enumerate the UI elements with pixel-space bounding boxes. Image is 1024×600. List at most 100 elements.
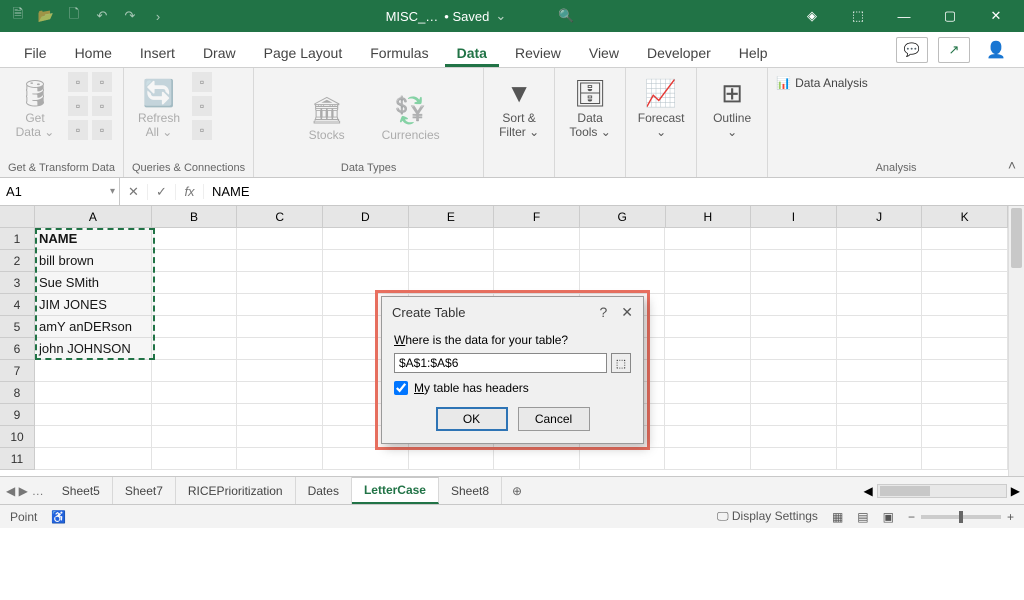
display-settings-button[interactable]: 🖵 Display Settings: [717, 509, 818, 524]
data-analysis-button[interactable]: 📊 Data Analysis: [776, 76, 868, 90]
mini-icon[interactable]: ▫: [68, 120, 88, 140]
sheet-tab-active[interactable]: LetterCase: [352, 477, 439, 504]
close-button[interactable]: ✕: [974, 2, 1018, 30]
formula-input[interactable]: NAME: [204, 178, 1024, 205]
cell[interactable]: NAME: [35, 228, 152, 250]
tab-file[interactable]: File: [12, 37, 59, 67]
redo-icon[interactable]: ↷: [118, 4, 142, 28]
mini-icon[interactable]: ▫: [192, 120, 212, 140]
zoom-in-button[interactable]: +: [1007, 510, 1014, 524]
chevron-down-icon[interactable]: ▾: [110, 186, 115, 197]
diamond-icon[interactable]: ◈: [790, 2, 834, 30]
sheet-tab[interactable]: Dates: [296, 477, 352, 504]
col-header[interactable]: E: [409, 206, 495, 228]
sheet-tab[interactable]: RICEPrioritization: [176, 477, 296, 504]
mini-icon[interactable]: ▫: [192, 96, 212, 116]
cell[interactable]: Sue SMith: [35, 272, 152, 294]
tab-page-layout[interactable]: Page Layout: [252, 37, 355, 67]
row-header[interactable]: 8: [0, 382, 35, 404]
mini-icon[interactable]: ▫: [92, 72, 112, 92]
stocks-button[interactable]: 🏛 Stocks: [300, 89, 354, 143]
mini-icon[interactable]: ▫: [92, 120, 112, 140]
view-normal-icon[interactable]: ▦: [832, 510, 843, 524]
headers-checkbox[interactable]: [394, 381, 408, 395]
col-header[interactable]: D: [323, 206, 409, 228]
help-button[interactable]: ?: [599, 304, 607, 321]
col-header[interactable]: J: [837, 206, 923, 228]
ok-button[interactable]: OK: [436, 407, 508, 431]
forecast-button[interactable]: 📈 Forecast ⌄: [634, 72, 688, 140]
col-header[interactable]: H: [666, 206, 752, 228]
scrollbar-thumb[interactable]: [1011, 208, 1022, 268]
fx-button[interactable]: fx: [176, 184, 204, 199]
cell[interactable]: JIM JONES: [35, 294, 152, 316]
sheet-nav[interactable]: ◀ ▶ …: [0, 477, 50, 504]
row-header[interactable]: 7: [0, 360, 35, 382]
vertical-scrollbar[interactable]: [1008, 206, 1024, 476]
tab-review[interactable]: Review: [503, 37, 573, 67]
search-icon[interactable]: 🔍: [558, 8, 574, 24]
tab-developer[interactable]: Developer: [635, 37, 723, 67]
outline-button[interactable]: ⊞ Outline ⌄: [705, 72, 759, 140]
maximize-button[interactable]: ▢: [928, 2, 972, 30]
zoom-out-button[interactable]: −: [908, 510, 915, 524]
cell[interactable]: bill brown: [35, 250, 152, 272]
sort-filter-button[interactable]: ▼ Sort & Filter ⌄: [492, 72, 546, 140]
mini-icon[interactable]: ▫: [68, 72, 88, 92]
tab-formulas[interactable]: Formulas: [358, 37, 440, 67]
tab-draw[interactable]: Draw: [191, 37, 248, 67]
select-all-corner[interactable]: [0, 206, 35, 228]
cancel-x-icon[interactable]: ✕: [120, 184, 148, 200]
col-header[interactable]: F: [494, 206, 580, 228]
row-header[interactable]: 2: [0, 250, 35, 272]
scrollbar-thumb[interactable]: [880, 486, 930, 496]
accessibility-icon[interactable]: ♿: [51, 510, 66, 524]
open-icon[interactable]: 📂: [34, 4, 58, 28]
cancel-button[interactable]: Cancel: [518, 407, 590, 431]
data-tools-button[interactable]: 🗄 Data Tools ⌄: [563, 72, 617, 140]
sheet-tab[interactable]: Sheet5: [50, 477, 113, 504]
mini-icon[interactable]: ▫: [68, 96, 88, 116]
zoom-slider[interactable]: [921, 515, 1001, 519]
cell[interactable]: john JOHNSON: [35, 338, 152, 360]
close-icon[interactable]: ✕: [621, 304, 633, 321]
row-header[interactable]: 4: [0, 294, 35, 316]
add-sheet-button[interactable]: ⊕: [502, 477, 532, 504]
col-header[interactable]: A: [35, 206, 152, 228]
row-header[interactable]: 3: [0, 272, 35, 294]
name-box[interactable]: A1 ▾: [0, 178, 120, 205]
mini-icon[interactable]: ▫: [192, 72, 212, 92]
qat-more[interactable]: ›: [146, 4, 170, 28]
get-data-button[interactable]: 🛢 Get Data ⌄: [8, 72, 62, 140]
col-header[interactable]: K: [922, 206, 1008, 228]
range-input[interactable]: [394, 353, 607, 373]
minimize-button[interactable]: —: [882, 2, 926, 30]
save-status[interactable]: • Saved: [444, 9, 489, 24]
col-header[interactable]: C: [237, 206, 323, 228]
view-page-break-icon[interactable]: ▣: [883, 510, 894, 524]
collapse-ribbon-icon[interactable]: ˄: [1008, 157, 1016, 173]
sheet-tab[interactable]: Sheet7: [113, 477, 176, 504]
dialog-titlebar[interactable]: Create Table ? ✕: [382, 297, 643, 327]
headers-checkbox-label[interactable]: My table has headers: [394, 381, 631, 395]
zoom-control[interactable]: − +: [908, 510, 1014, 524]
tab-data[interactable]: Data: [445, 37, 499, 67]
row-header[interactable]: 6: [0, 338, 35, 360]
refresh-all-button[interactable]: 🔄 Refresh All ⌄: [132, 72, 186, 140]
col-header[interactable]: B: [152, 206, 238, 228]
view-page-layout-icon[interactable]: ▤: [857, 510, 868, 524]
share-button[interactable]: ↗: [938, 37, 970, 63]
account-icon[interactable]: 👤: [980, 37, 1012, 63]
horizontal-scrollbar[interactable]: ◀ ▶: [532, 477, 1024, 504]
tab-home[interactable]: Home: [63, 37, 124, 67]
currencies-button[interactable]: 💱 Currencies: [384, 89, 438, 143]
mini-icon[interactable]: ▫: [92, 96, 112, 116]
confirm-check-icon[interactable]: ✓: [148, 184, 176, 200]
save-icon[interactable]: 🗎: [6, 4, 30, 28]
ribbon-mode-icon[interactable]: ⬚: [836, 2, 880, 30]
row-header[interactable]: 1: [0, 228, 35, 250]
new-icon[interactable]: 🗋: [62, 4, 86, 28]
row-header[interactable]: 11: [0, 448, 35, 470]
tab-insert[interactable]: Insert: [128, 37, 187, 67]
row-header[interactable]: 5: [0, 316, 35, 338]
